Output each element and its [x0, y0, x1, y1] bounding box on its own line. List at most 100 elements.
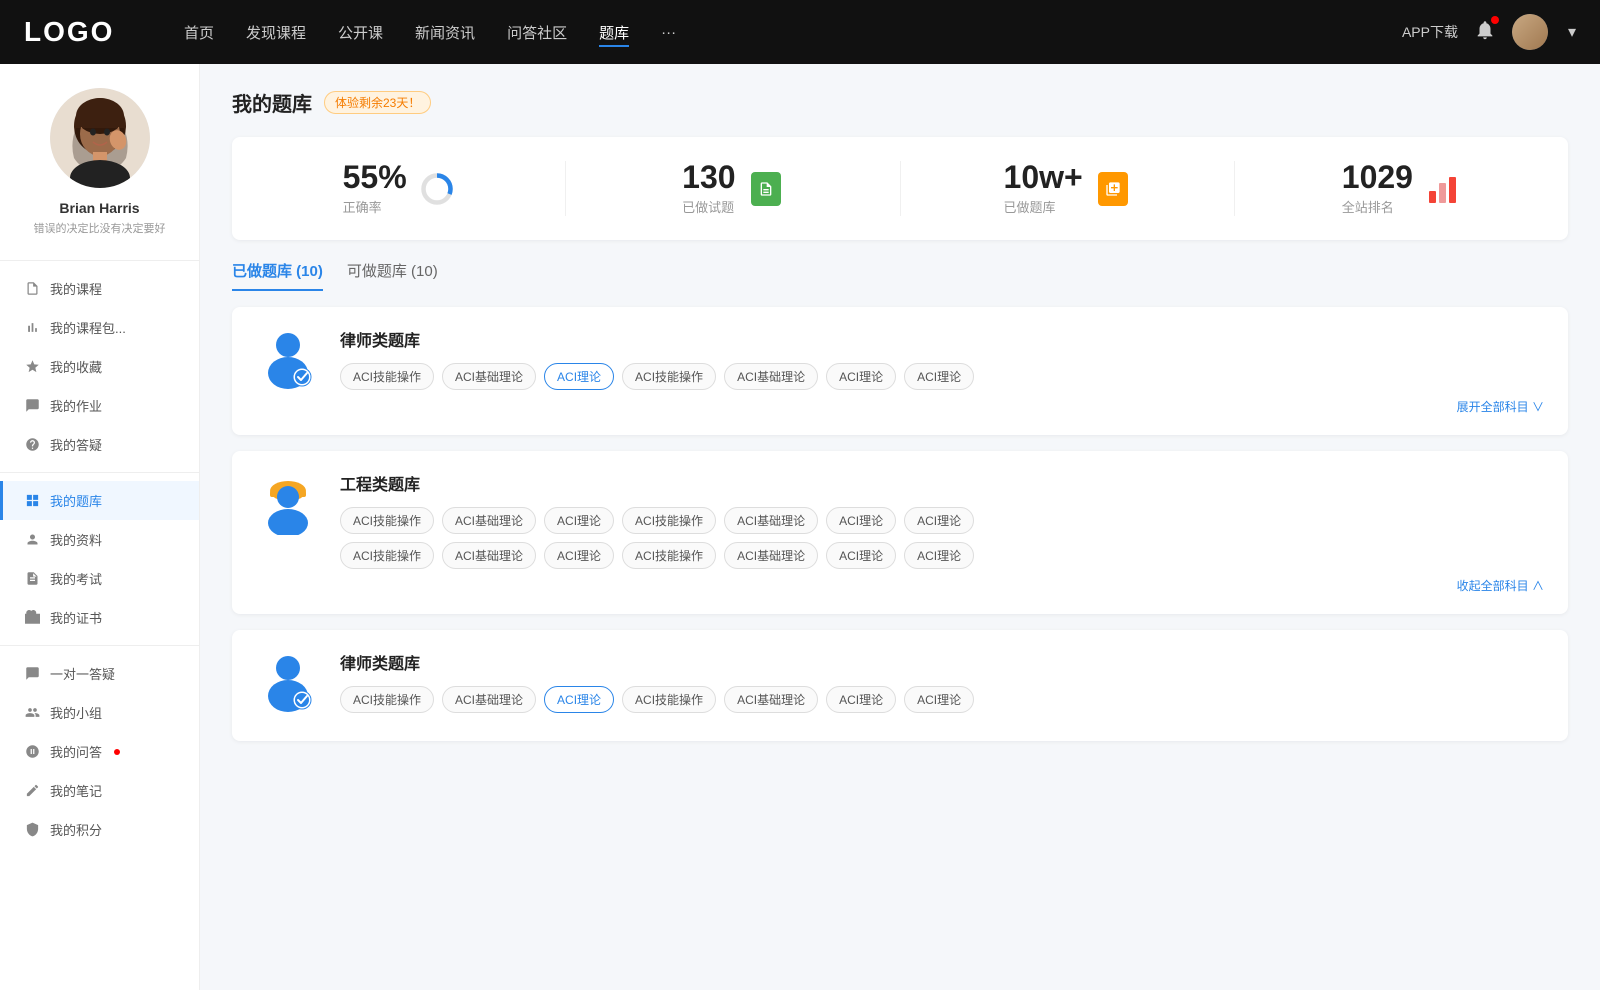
sidebar-item-bank[interactable]: 我的题库 — [0, 481, 199, 520]
stat-questions-text: 130 已做试题 — [682, 161, 735, 216]
bank-card-engineer-tags-row1: ACI技能操作 ACI基础理论 ACI理论 ACI技能操作 ACI基础理论 AC… — [340, 507, 1544, 534]
bank-card-lawyer-2-tags: ACI技能操作 ACI基础理论 ACI理论 ACI技能操作 ACI基础理论 AC… — [340, 686, 1544, 713]
sidebar-item-exam[interactable]: 我的考试 — [0, 559, 199, 598]
sidebar-item-profile[interactable]: 我的资料 — [0, 520, 199, 559]
question-icon — [24, 437, 40, 453]
stat-rank: 1029 全站排名 — [1235, 161, 1568, 216]
tag-eng-6[interactable]: ACI理论 — [904, 507, 974, 534]
sidebar-label-favorites: 我的收藏 — [50, 357, 102, 376]
bank-card-engineer-body: 工程类题库 ACI技能操作 ACI基础理论 ACI理论 ACI技能操作 ACI基… — [340, 471, 1544, 594]
nav-link-news[interactable]: 新闻资讯 — [415, 18, 475, 47]
sidebar-item-course-pack[interactable]: 我的课程包... — [0, 308, 199, 347]
tag-eng-2[interactable]: ACI理论 — [544, 507, 614, 534]
sidebar-item-qa[interactable]: 我的答疑 — [0, 425, 199, 464]
tag-eng-10[interactable]: ACI技能操作 — [622, 542, 716, 569]
tag-lawyer1-1[interactable]: ACI基础理论 — [442, 363, 536, 390]
tag-lawyer1-2[interactable]: ACI理论 — [544, 363, 614, 390]
sidebar-item-notes[interactable]: 我的笔记 — [0, 771, 199, 810]
nav-link-home[interactable]: 首页 — [184, 18, 214, 47]
sidebar-label-homework: 我的作业 — [50, 396, 102, 415]
green-doc-icon — [748, 171, 784, 207]
tag-eng-0[interactable]: ACI技能操作 — [340, 507, 434, 534]
sidebar-item-points[interactable]: 我的积分 — [0, 810, 199, 849]
stat-rank-text: 1029 全站排名 — [1342, 161, 1413, 216]
tag-lawyer2-4[interactable]: ACI基础理论 — [724, 686, 818, 713]
page-layout: Brian Harris 错误的决定比没有决定要好 我的课程 我的课程包... — [0, 64, 1600, 990]
stat-rank-label: 全站排名 — [1342, 197, 1413, 216]
page-title: 我的题库 — [232, 88, 312, 117]
tag-eng-4[interactable]: ACI基础理论 — [724, 507, 818, 534]
bar-chart-icon — [1425, 171, 1461, 207]
myqa-badge-dot — [114, 749, 120, 755]
bank-card-engineer: 工程类题库 ACI技能操作 ACI基础理论 ACI理论 ACI技能操作 ACI基… — [232, 451, 1568, 614]
tag-eng-8[interactable]: ACI基础理论 — [442, 542, 536, 569]
nav-link-open[interactable]: 公开课 — [338, 18, 383, 47]
tag-lawyer2-3[interactable]: ACI技能操作 — [622, 686, 716, 713]
bank-card-lawyer-2-title: 律师类题库 — [340, 650, 1544, 674]
bank-card-lawyer-2-body: 律师类题库 ACI技能操作 ACI基础理论 ACI理论 ACI技能操作 ACI基… — [340, 650, 1544, 721]
nav-right: APP下载 ▾ — [1402, 14, 1576, 50]
stat-banks-value: 10w+ — [1004, 161, 1083, 193]
nav-link-qa[interactable]: 问答社区 — [507, 18, 567, 47]
doc-icon — [24, 571, 40, 587]
nav-link-courses[interactable]: 发现课程 — [246, 18, 306, 47]
sidebar-divider-1 — [0, 472, 199, 473]
star-icon — [24, 359, 40, 375]
nav-bell-button[interactable] — [1474, 19, 1496, 46]
nav-link-more[interactable]: ··· — [661, 20, 676, 45]
sidebar-item-cert[interactable]: 我的证书 — [0, 598, 199, 637]
nav-app-download[interactable]: APP下载 — [1402, 22, 1458, 42]
bank-card-lawyer-1-body: 律师类题库 ACI技能操作 ACI基础理论 ACI理论 ACI技能操作 ACI基… — [340, 327, 1544, 415]
sidebar-item-homework[interactable]: 我的作业 — [0, 386, 199, 425]
expand-link-lawyer-1[interactable]: 展开全部科目 ∨ — [340, 398, 1544, 415]
engineer-icon — [256, 471, 320, 535]
tag-eng-12[interactable]: ACI理论 — [826, 542, 896, 569]
nav-chevron-icon[interactable]: ▾ — [1568, 22, 1576, 42]
tag-lawyer1-3[interactable]: ACI技能操作 — [622, 363, 716, 390]
tag-eng-7[interactable]: ACI技能操作 — [340, 542, 434, 569]
tab-done[interactable]: 已做题库 (10) — [232, 260, 323, 291]
sidebar-item-favorites[interactable]: 我的收藏 — [0, 347, 199, 386]
sidebar-label-points: 我的积分 — [50, 820, 102, 839]
stat-rank-value: 1029 — [1342, 161, 1413, 193]
tag-eng-1[interactable]: ACI基础理论 — [442, 507, 536, 534]
chat-icon — [24, 666, 40, 682]
nav-links: 首页 发现课程 公开课 新闻资讯 问答社区 题库 ··· — [184, 18, 1402, 47]
lawyer-icon — [256, 327, 320, 391]
tag-lawyer1-4[interactable]: ACI基础理论 — [724, 363, 818, 390]
sidebar-label-myqa: 我的问答 — [50, 742, 102, 761]
collapse-link-engineer[interactable]: 收起全部科目 ∧ — [340, 577, 1544, 594]
profile-name: Brian Harris — [59, 200, 139, 216]
stat-banks-text: 10w+ 已做题库 — [1004, 161, 1083, 216]
sidebar-menu: 我的课程 我的课程包... 我的收藏 我的作业 — [0, 261, 199, 857]
sidebar-item-oneone[interactable]: 一对一答疑 — [0, 654, 199, 693]
tag-eng-11[interactable]: ACI基础理论 — [724, 542, 818, 569]
tag-lawyer2-2[interactable]: ACI理论 — [544, 686, 614, 713]
user-icon — [24, 532, 40, 548]
sidebar-item-courses[interactable]: 我的课程 — [0, 269, 199, 308]
tag-eng-3[interactable]: ACI技能操作 — [622, 507, 716, 534]
tag-eng-9[interactable]: ACI理论 — [544, 542, 614, 569]
bank-card-engineer-title: 工程类题库 — [340, 471, 1544, 495]
sidebar-item-myqa[interactable]: 我的问答 — [0, 732, 199, 771]
tag-lawyer1-6[interactable]: ACI理论 — [904, 363, 974, 390]
tag-lawyer2-5[interactable]: ACI理论 — [826, 686, 896, 713]
stat-accuracy-text: 55% 正确率 — [343, 161, 407, 216]
tag-lawyer2-0[interactable]: ACI技能操作 — [340, 686, 434, 713]
sidebar-label-exam: 我的考试 — [50, 569, 102, 588]
cert-icon — [24, 610, 40, 626]
sidebar-item-group[interactable]: 我的小组 — [0, 693, 199, 732]
stats-row: 55% 正确率 130 已做试题 — [232, 137, 1568, 240]
nav-link-bank[interactable]: 题库 — [599, 18, 629, 47]
tag-lawyer1-5[interactable]: ACI理论 — [826, 363, 896, 390]
nav-avatar[interactable] — [1512, 14, 1548, 50]
tag-eng-5[interactable]: ACI理论 — [826, 507, 896, 534]
tag-lawyer2-1[interactable]: ACI基础理论 — [442, 686, 536, 713]
stat-accuracy-label: 正确率 — [343, 197, 407, 216]
sidebar-label-cert: 我的证书 — [50, 608, 102, 627]
tag-eng-13[interactable]: ACI理论 — [904, 542, 974, 569]
bank-card-lawyer-1-tags: ACI技能操作 ACI基础理论 ACI理论 ACI技能操作 ACI基础理论 AC… — [340, 363, 1544, 390]
tag-lawyer1-0[interactable]: ACI技能操作 — [340, 363, 434, 390]
tab-todo[interactable]: 可做题库 (10) — [347, 260, 438, 291]
tag-lawyer2-6[interactable]: ACI理论 — [904, 686, 974, 713]
